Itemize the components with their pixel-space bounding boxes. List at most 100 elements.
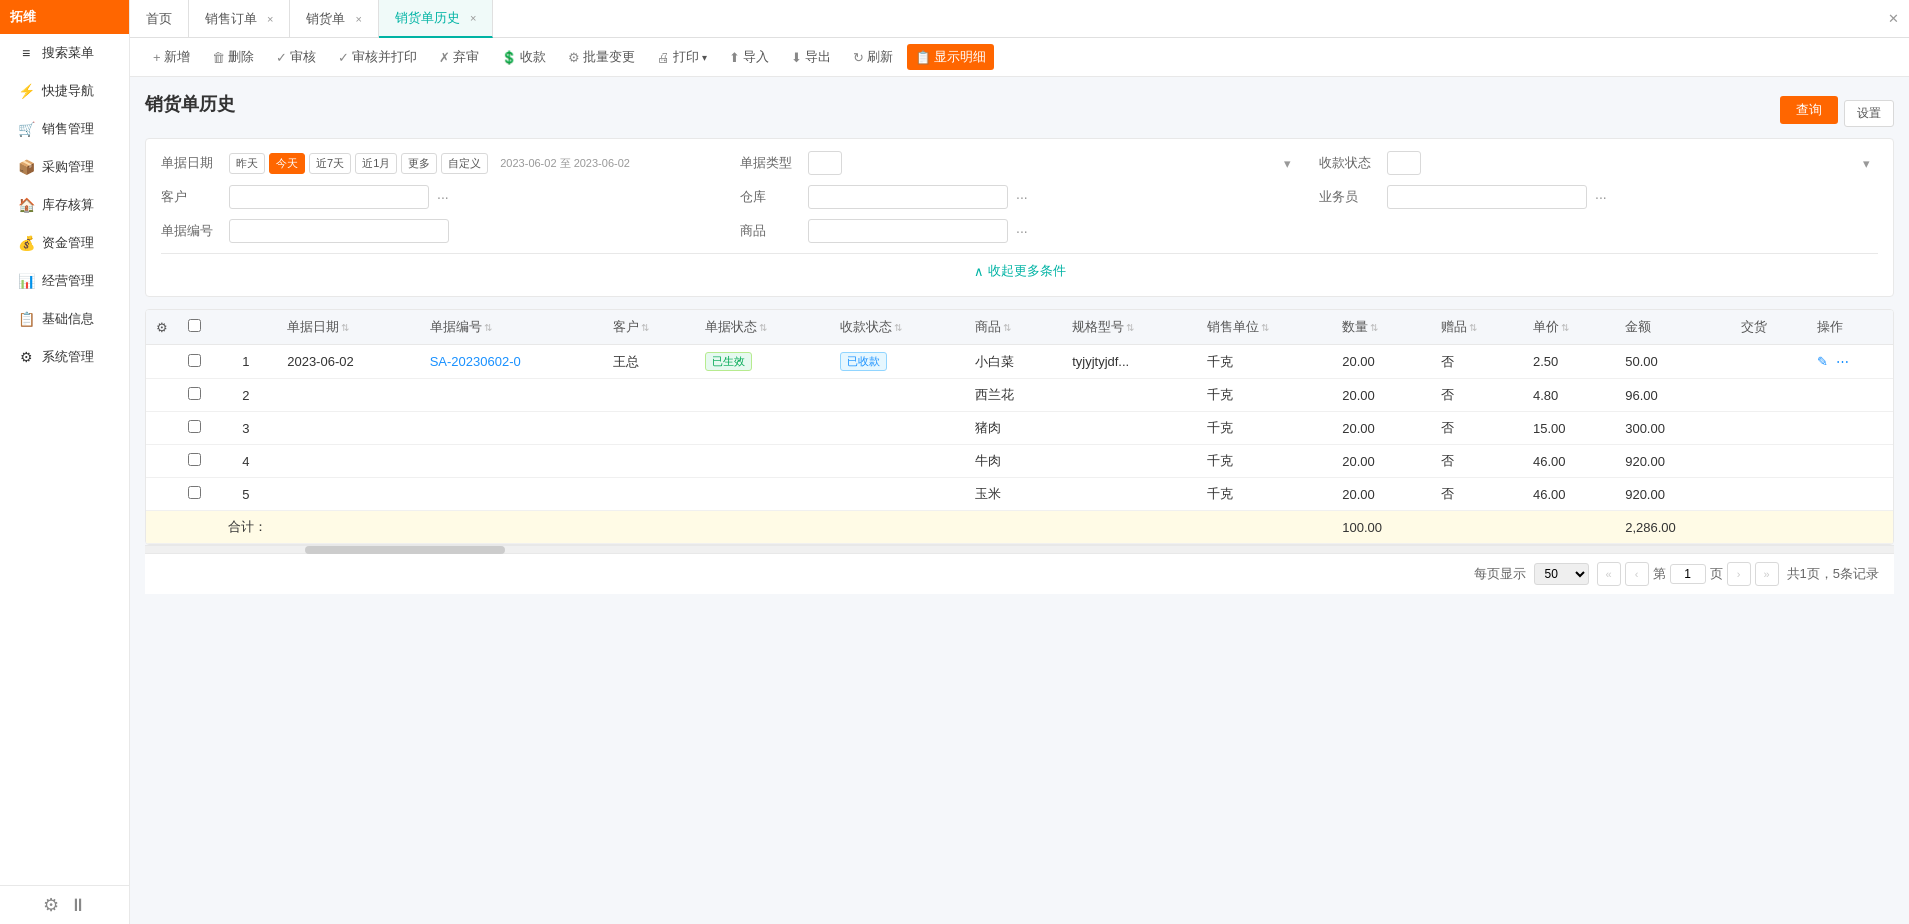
td-settings xyxy=(146,345,178,379)
tab-sales-delivery[interactable]: 销货单 × xyxy=(290,0,378,38)
sidebar-pause-icon[interactable]: ⏸ xyxy=(69,895,87,916)
select-all-checkbox[interactable] xyxy=(188,319,201,332)
col-checkbox[interactable] xyxy=(178,310,232,345)
refresh-button[interactable]: ↻ 刷新 xyxy=(845,44,901,70)
sidebar-item-search-menu[interactable]: ≡ 搜索菜单 xyxy=(0,34,129,72)
tab-sales-history-close[interactable]: × xyxy=(470,12,476,24)
customer-input[interactable] xyxy=(229,185,429,209)
date-btn-today[interactable]: 今天 xyxy=(269,153,305,174)
export-button[interactable]: ⬇ 导出 xyxy=(783,44,839,70)
td-checkbox[interactable] xyxy=(178,345,232,379)
page-prefix-label: 第 xyxy=(1653,565,1666,583)
doc-no-link[interactable]: SA-20230602-0 xyxy=(430,354,521,369)
tabbar-close-all[interactable]: ✕ xyxy=(1888,11,1909,26)
col-settings[interactable]: ⚙ xyxy=(146,310,178,345)
date-btn-1month[interactable]: 近1月 xyxy=(355,153,397,174)
more-action-icon[interactable]: ⋯ xyxy=(1836,354,1849,369)
td-spec-type xyxy=(1062,478,1197,511)
tab-sales-history[interactable]: 销货单历史 × xyxy=(379,0,493,38)
sidebar-settings-icon[interactable]: ⚙ xyxy=(43,894,59,916)
td-collect-status xyxy=(830,412,965,445)
sidebar-item-ops-mgmt[interactable]: 📊 经营管理 xyxy=(0,262,129,300)
delete-button[interactable]: 🗑 删除 xyxy=(204,44,262,70)
scrollbar-thumb[interactable] xyxy=(305,546,505,554)
filter-row-2: 客户 ··· 仓库 ··· 业务员 ··· xyxy=(161,185,1878,209)
agent-label: 业务员 xyxy=(1319,188,1379,206)
td-checkbox[interactable] xyxy=(178,379,232,412)
tabbar: 首页 销售订单 × 销货单 × 销货单历史 × ✕ xyxy=(130,0,1909,38)
collapse-button[interactable]: ∧ 收起更多条件 xyxy=(161,258,1878,284)
import-button[interactable]: ⬆ 导入 xyxy=(721,44,777,70)
last-page-button[interactable]: » xyxy=(1755,562,1779,586)
batch-change-button[interactable]: ⚙ 批量变更 xyxy=(560,44,643,70)
goods-more-icon[interactable]: ··· xyxy=(1016,223,1028,239)
tab-sales-delivery-close[interactable]: × xyxy=(355,13,361,25)
td-checkbox[interactable] xyxy=(178,412,232,445)
col-doc-no[interactable]: 单据编号⇅ xyxy=(420,310,603,345)
audit-button[interactable]: ✓ 审核 xyxy=(268,44,324,70)
filter-area: 单据日期 昨天 今天 近7天 近1月 更多 自定义 2023-06-02 至 2… xyxy=(145,138,1894,297)
sidebar-item-base-info[interactable]: 📋 基础信息 xyxy=(0,300,129,338)
quick-nav-icon: ⚡ xyxy=(18,83,34,99)
col-doc-date[interactable]: 单据日期⇅ xyxy=(277,310,419,345)
first-page-button[interactable]: « xyxy=(1597,562,1621,586)
row-checkbox[interactable] xyxy=(188,453,201,466)
col-qty[interactable]: 数量⇅ xyxy=(1332,310,1430,345)
sidebar-item-purchase-mgmt[interactable]: 📦 采购管理 xyxy=(0,148,129,186)
doc-no-sort-icon: ⇅ xyxy=(484,322,492,333)
row-checkbox[interactable] xyxy=(188,420,201,433)
edit-icon[interactable]: ✎ xyxy=(1817,354,1828,369)
sidebar-item-quick-nav[interactable]: ⚡ 快捷导航 xyxy=(0,72,129,110)
col-doc-status[interactable]: 单据状态⇅ xyxy=(695,310,830,345)
agent-input[interactable] xyxy=(1387,185,1587,209)
date-btn-yesterday[interactable]: 昨天 xyxy=(229,153,265,174)
col-gift[interactable]: 赠品⇅ xyxy=(1431,310,1523,345)
horizontal-scrollbar[interactable] xyxy=(145,545,1894,553)
audit-print-button[interactable]: ✓ 审核并打印 xyxy=(330,44,425,70)
setting-button[interactable]: 设置 xyxy=(1844,100,1894,127)
col-sales-unit[interactable]: 销售单位⇅ xyxy=(1197,310,1332,345)
tab-sales-order-close[interactable]: × xyxy=(267,13,273,25)
customer-more-icon[interactable]: ··· xyxy=(437,189,449,205)
col-goods[interactable]: 商品⇅ xyxy=(965,310,1062,345)
agent-more-icon[interactable]: ··· xyxy=(1595,189,1607,205)
collect-status-select[interactable] xyxy=(1387,151,1421,175)
td-checkbox[interactable] xyxy=(178,478,232,511)
td-checkbox[interactable] xyxy=(178,445,232,478)
per-page-select[interactable]: 50 20 100 xyxy=(1534,563,1589,585)
collect-button[interactable]: 💲 收款 xyxy=(493,44,554,70)
doc-type-select[interactable] xyxy=(808,151,842,175)
sidebar-item-finance-mgmt[interactable]: 💰 资金管理 xyxy=(0,224,129,262)
row-checkbox[interactable] xyxy=(188,354,201,367)
col-customer[interactable]: 客户⇅ xyxy=(603,310,695,345)
col-collect-status[interactable]: 收款状态⇅ xyxy=(830,310,965,345)
col-unit-price[interactable]: 单价⇅ xyxy=(1523,310,1615,345)
td-doc-date xyxy=(277,445,419,478)
row-checkbox[interactable] xyxy=(188,486,201,499)
doc-no-input[interactable] xyxy=(229,219,449,243)
show-detail-button[interactable]: 📋 显示明细 xyxy=(907,44,994,70)
sidebar-item-inventory-calc[interactable]: 🏠 库存核算 xyxy=(0,186,129,224)
date-btn-custom[interactable]: 自定义 xyxy=(441,153,488,174)
goods-input[interactable] xyxy=(808,219,1008,243)
sidebar-item-sys-mgmt[interactable]: ⚙ 系统管理 xyxy=(0,338,129,376)
new-button[interactable]: + 新增 xyxy=(145,44,198,70)
ops-mgmt-icon: 📊 xyxy=(18,273,34,289)
warehouse-input[interactable] xyxy=(808,185,1008,209)
date-btn-more[interactable]: 更多 xyxy=(401,153,437,174)
tab-home[interactable]: 首页 xyxy=(130,0,189,38)
page-number-input[interactable] xyxy=(1670,564,1706,584)
tab-sales-order[interactable]: 销售订单 × xyxy=(189,0,290,38)
sidebar-item-sales-mgmt[interactable]: 🛒 销售管理 xyxy=(0,110,129,148)
td-action xyxy=(1807,445,1893,478)
row-checkbox[interactable] xyxy=(188,387,201,400)
next-page-button[interactable]: › xyxy=(1727,562,1751,586)
col-spec-type[interactable]: 规格型号⇅ xyxy=(1062,310,1197,345)
td-customer xyxy=(603,478,695,511)
query-button[interactable]: 查询 xyxy=(1780,96,1838,124)
print-button[interactable]: 🖨 打印 ▾ xyxy=(649,44,715,70)
abandon-button[interactable]: ✗ 弃审 xyxy=(431,44,487,70)
date-btn-7days[interactable]: 近7天 xyxy=(309,153,351,174)
prev-page-button[interactable]: ‹ xyxy=(1625,562,1649,586)
warehouse-more-icon[interactable]: ··· xyxy=(1016,189,1028,205)
